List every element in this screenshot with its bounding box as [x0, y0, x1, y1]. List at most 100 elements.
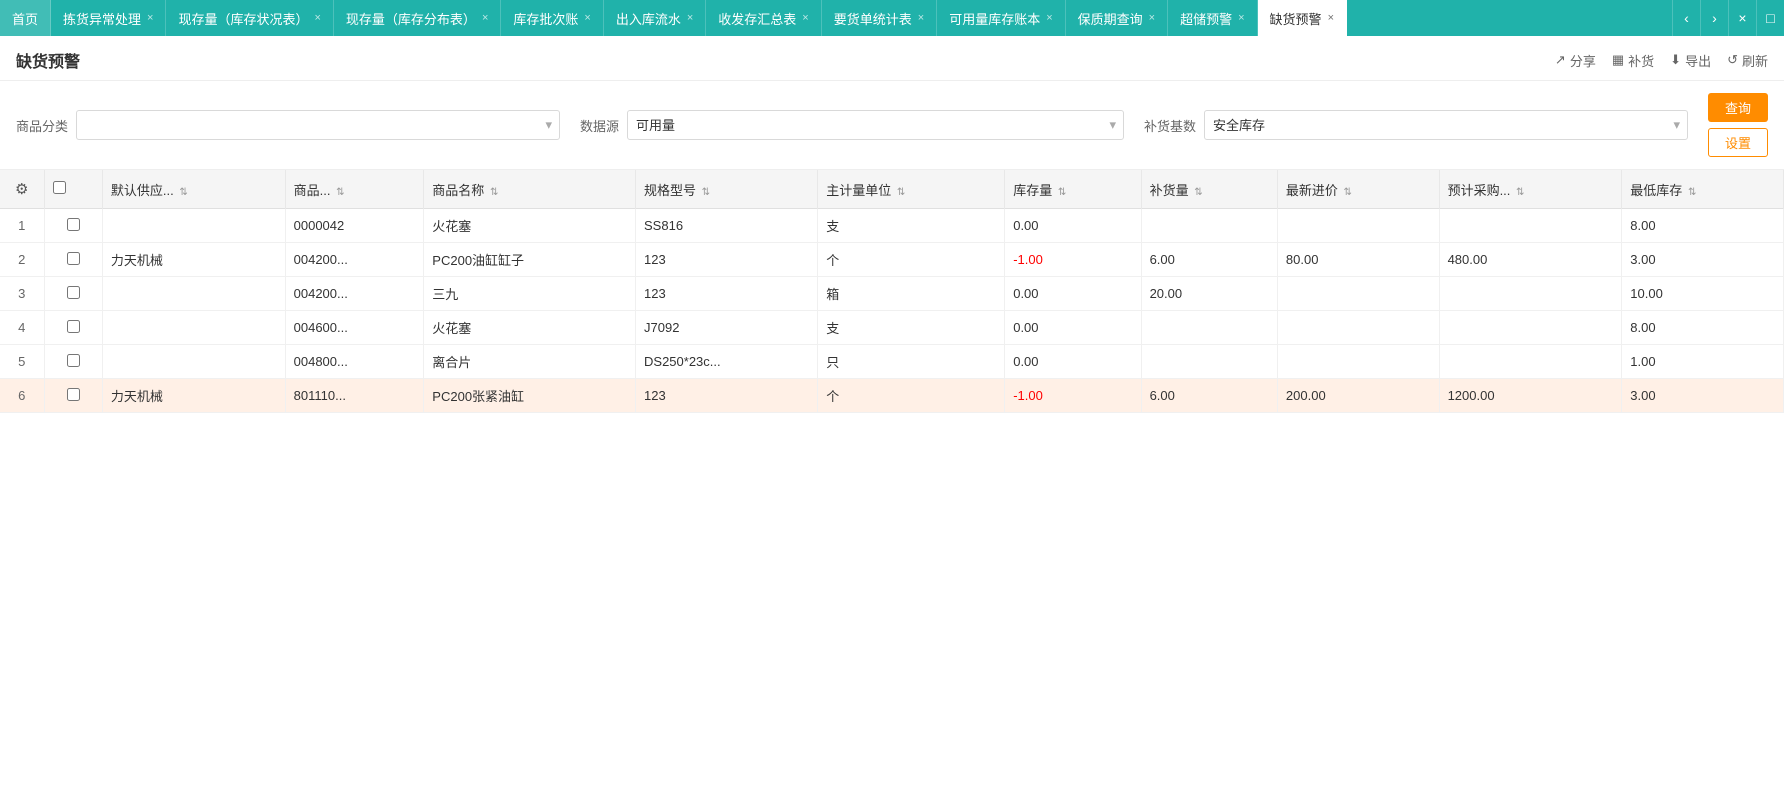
row-checkbox-cell[interactable]	[44, 311, 102, 345]
col-product-code[interactable]: 商品... ⇅	[285, 170, 424, 209]
tab-item-exception[interactable]: 拣货异常处理 ×	[51, 0, 166, 36]
category-filter-label: 商品分类	[16, 116, 68, 135]
col-settings[interactable]: ⚙	[0, 170, 44, 209]
table-container: ⚙ 默认供应... ⇅ 商品... ⇅ 商品名称 ⇅	[0, 170, 1784, 413]
row-spec: 123	[636, 379, 818, 413]
tab-item-inventory-status[interactable]: 现存量（库存状况表）×	[166, 0, 333, 36]
row-default-supplier	[102, 345, 285, 379]
col-replenish-qty[interactable]: 补货量 ⇅	[1141, 170, 1277, 209]
row-checkbox-cell[interactable]	[44, 277, 102, 311]
col-stock-qty-label: 库存量	[1013, 183, 1052, 198]
tab-close-button[interactable]: ×	[1046, 12, 1052, 24]
row-checkbox-cell[interactable]	[44, 379, 102, 413]
tab-item-overstock[interactable]: 超储预警×	[1168, 0, 1257, 36]
row-checkbox[interactable]	[67, 218, 80, 231]
row-checkbox[interactable]	[67, 252, 80, 265]
col-default-supplier[interactable]: 默认供应... ⇅	[102, 170, 285, 209]
table-row: 2 力天机械 004200... PC200油缸缸子 123 个 -1.00 6…	[0, 243, 1784, 277]
settings-button[interactable]: 设置	[1708, 128, 1768, 157]
row-checkbox-cell[interactable]	[44, 345, 102, 379]
tab-close-button[interactable]: ×	[1328, 12, 1334, 24]
share-action[interactable]: ↗ 分享	[1555, 51, 1596, 70]
column-settings-button[interactable]: ⚙	[13, 178, 30, 200]
col-spec-sort-icon: ⇅	[702, 187, 710, 198]
col-product-name[interactable]: 商品名称 ⇅	[424, 170, 636, 209]
tab-item-inventory-dist[interactable]: 现存量（库存分布表）×	[334, 0, 501, 36]
refresh-action[interactable]: ↺ 刷新	[1727, 51, 1768, 70]
col-stock-qty[interactable]: 库存量 ⇅	[1005, 170, 1141, 209]
tab-item-home[interactable]: 首页	[0, 0, 51, 36]
col-spec-label: 规格型号	[644, 183, 696, 198]
row-replenish-qty	[1141, 345, 1277, 379]
col-latest-price-label: 最新进价	[1286, 183, 1338, 198]
row-checkbox-cell[interactable]	[44, 243, 102, 277]
tab-close-button[interactable]: ×	[1238, 12, 1244, 24]
tab-item-shortage[interactable]: 缺货预警×	[1258, 0, 1347, 36]
tab-item-batch-account[interactable]: 库存批次账×	[501, 0, 603, 36]
maximize-button[interactable]: □	[1756, 0, 1784, 36]
row-product-code: 801110...	[285, 379, 424, 413]
table-row: 3 004200... 三九 123 箱 0.00 20.00 10.00	[0, 277, 1784, 311]
row-product-name: PC200张紧油缸	[424, 379, 636, 413]
row-product-code: 004600...	[285, 311, 424, 345]
replenish-basis-filter-group: 补货基数 安全库存	[1144, 110, 1688, 140]
category-select[interactable]	[76, 110, 560, 140]
replenish-action[interactable]: ▦ 补货	[1612, 51, 1654, 70]
tab-close-button[interactable]: ×	[918, 12, 924, 24]
tab-close-button[interactable]: ×	[584, 12, 590, 24]
table-row: 1 0000042 火花塞 SS816 支 0.00 8.00	[0, 209, 1784, 243]
tab-close-button[interactable]: ×	[147, 12, 153, 24]
query-button[interactable]: 查询	[1708, 93, 1768, 122]
row-est-purchase	[1439, 345, 1622, 379]
col-spec[interactable]: 规格型号 ⇅	[636, 170, 818, 209]
row-min-stock: 1.00	[1622, 345, 1784, 379]
tab-close-button[interactable]: ×	[802, 12, 808, 24]
tab-close-button[interactable]: ×	[314, 12, 320, 24]
row-est-purchase	[1439, 277, 1622, 311]
export-icon: ⬇	[1670, 52, 1681, 68]
row-checkbox[interactable]	[67, 320, 80, 333]
tab-close-button[interactable]: ×	[1149, 12, 1155, 24]
row-product-name: PC200油缸缸子	[424, 243, 636, 277]
row-min-stock: 10.00	[1622, 277, 1784, 311]
col-min-stock-sort-icon: ⇅	[1688, 187, 1696, 198]
col-latest-price[interactable]: 最新进价 ⇅	[1277, 170, 1439, 209]
col-est-purchase[interactable]: 预计采购... ⇅	[1439, 170, 1622, 209]
export-action[interactable]: ⬇ 导出	[1670, 51, 1711, 70]
tab-item-expiry-query[interactable]: 保质期查询 ×	[1066, 0, 1168, 36]
row-default-supplier	[102, 277, 285, 311]
close-window-button[interactable]: ×	[1728, 0, 1756, 36]
tab-item-inout-flow[interactable]: 出入库流水×	[604, 0, 706, 36]
tab-close-button[interactable]: ×	[482, 12, 488, 24]
col-unit-sort-icon: ⇅	[897, 187, 905, 198]
tab-item-collect-total[interactable]: 收发存汇总表×	[706, 0, 821, 36]
row-checkbox[interactable]	[67, 286, 80, 299]
datasource-select[interactable]: 可用量	[627, 110, 1124, 140]
prev-tab-button[interactable]: ‹	[1672, 0, 1700, 36]
share-label: 分享	[1570, 51, 1596, 70]
row-product-name: 离合片	[424, 345, 636, 379]
tab-item-available-ledger[interactable]: 可用量库存账本×	[937, 0, 1065, 36]
select-all-checkbox[interactable]	[53, 181, 66, 194]
col-min-stock[interactable]: 最低库存 ⇅	[1622, 170, 1784, 209]
tab-label: 保质期查询	[1078, 9, 1143, 28]
row-est-purchase: 1200.00	[1439, 379, 1622, 413]
row-spec: SS816	[636, 209, 818, 243]
row-checkbox-cell[interactable]	[44, 209, 102, 243]
row-product-name: 三九	[424, 277, 636, 311]
row-min-stock: 3.00	[1622, 379, 1784, 413]
datasource-filter-label: 数据源	[580, 116, 619, 135]
datasource-filter-group: 数据源 可用量	[580, 110, 1124, 140]
row-latest-price: 200.00	[1277, 379, 1439, 413]
col-unit[interactable]: 主计量单位 ⇅	[818, 170, 1005, 209]
row-checkbox[interactable]	[67, 354, 80, 367]
row-checkbox[interactable]	[67, 388, 80, 401]
tab-label: 拣货异常处理	[63, 9, 141, 28]
tab-close-button[interactable]: ×	[687, 12, 693, 24]
refresh-label: 刷新	[1742, 51, 1768, 70]
replenish-basis-select[interactable]: 安全库存	[1204, 110, 1688, 140]
tab-item-order-stats[interactable]: 要货单统计表×	[822, 0, 937, 36]
replenish-basis-select-wrapper: 安全库存	[1204, 110, 1688, 140]
row-stock-qty: 0.00	[1005, 345, 1141, 379]
next-tab-button[interactable]: ›	[1700, 0, 1728, 36]
